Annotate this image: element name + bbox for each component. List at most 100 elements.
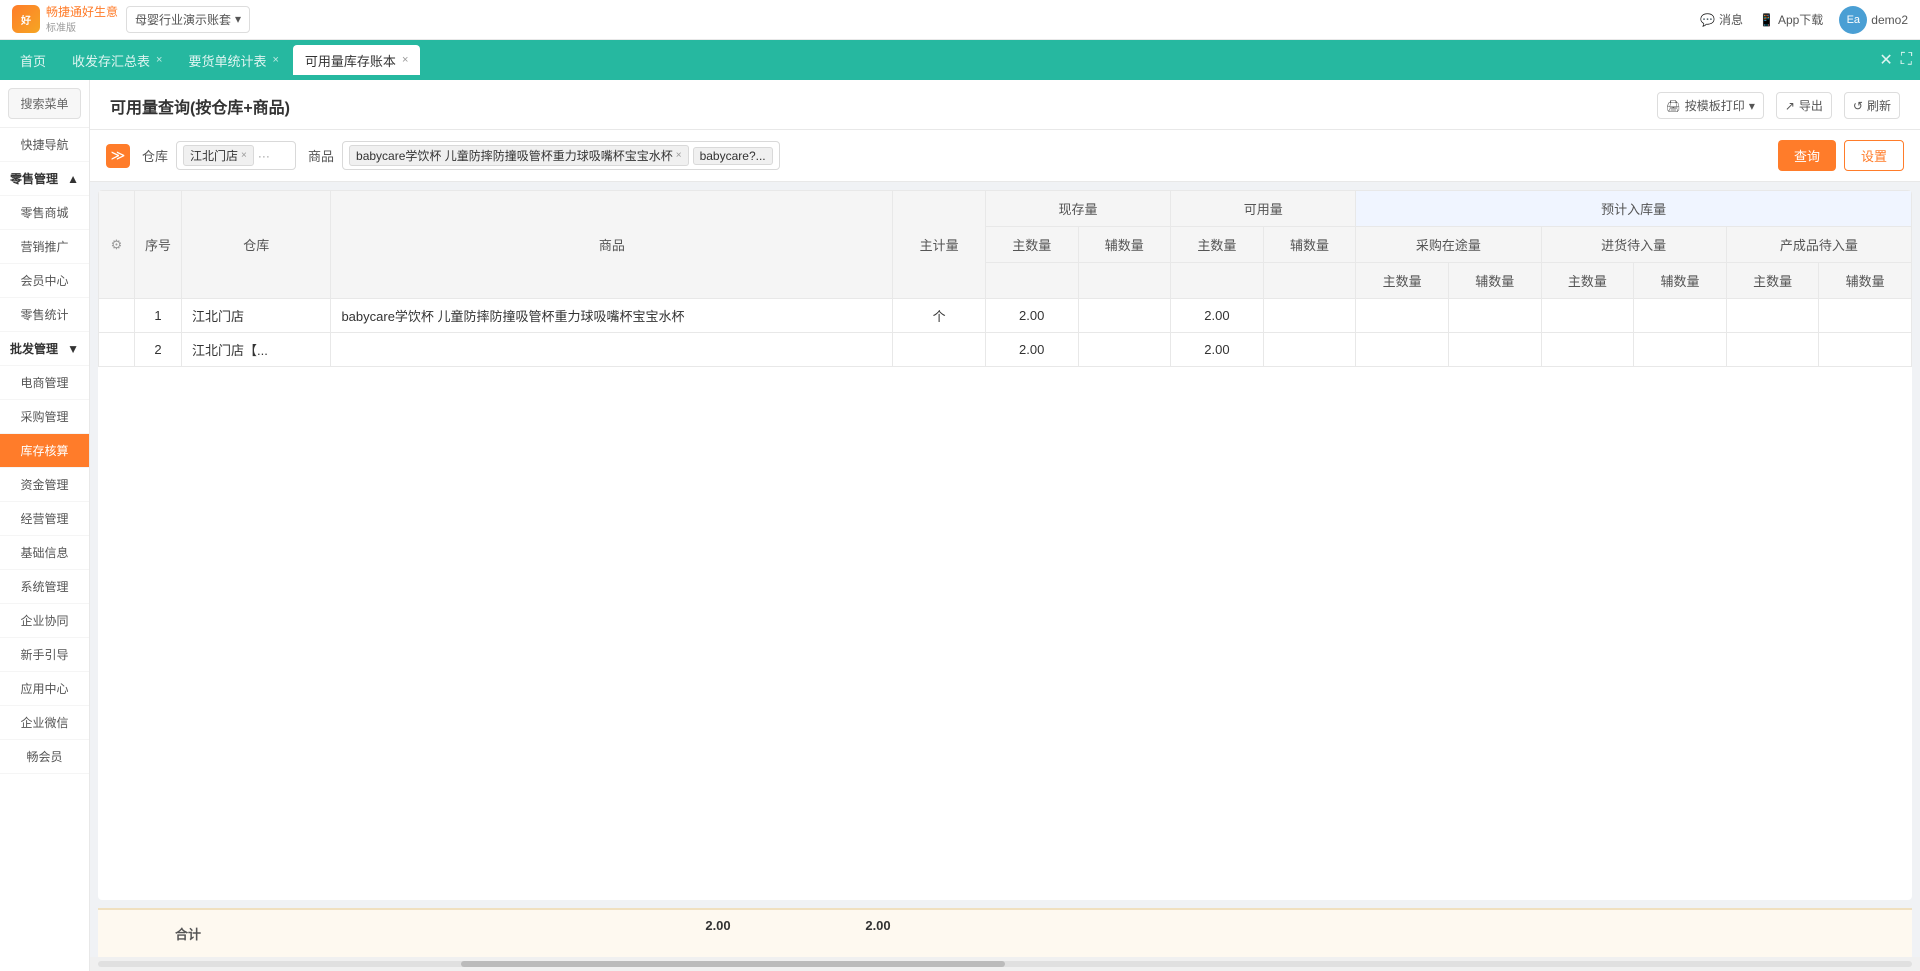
logo-text-block: 畅捷通好生意 标准版 <box>46 5 118 34</box>
refresh-icon: ↺ <box>1853 99 1863 113</box>
sidebar-item-retail-mall[interactable]: 零售商城 <box>0 196 89 230</box>
footer-available-main-qty: 2.00 <box>838 918 918 949</box>
download-label: App下载 <box>1778 11 1823 28</box>
th-inc-aux: 辅数量 <box>1634 263 1727 299</box>
cell-prod-aux-0 <box>1819 299 1912 333</box>
data-table: ⚙ 序号 仓库 商品 主计量 现存量 可用量 预计入库量 主数量 辅数量 主数量 <box>98 190 1912 367</box>
tab-home[interactable]: 首页 <box>8 45 58 75</box>
sidebar-item-marketing[interactable]: 营销推广 <box>0 230 89 264</box>
th-av-aux2 <box>1263 263 1356 299</box>
export-button[interactable]: ↗ 导出 <box>1776 92 1832 119</box>
tenant-selector[interactable]: 母婴行业演示账套 ▾ <box>126 6 250 33</box>
tab-home-label: 首页 <box>20 51 46 70</box>
app-logo-text: 畅捷通好生意 <box>46 5 118 19</box>
th-av-main2 <box>1171 263 1264 299</box>
tab-receipt-summary[interactable]: 收发存汇总表 × <box>60 45 174 75</box>
tab-available-stock-close[interactable]: × <box>402 54 408 66</box>
sidebar-retail-mgmt-label: 零售管理 <box>10 170 58 187</box>
refresh-label: 刷新 <box>1867 97 1891 114</box>
chevron-icon-2: ▼ <box>67 342 79 356</box>
sidebar-item-vip-member[interactable]: 畅会员 <box>0 740 89 774</box>
chevron-icon: ▲ <box>67 172 79 186</box>
warehouse-tag-1[interactable]: 江北门店 × <box>183 145 254 166</box>
warehouse-more-icon[interactable]: ··· <box>258 149 270 163</box>
tab-order-stats-close[interactable]: × <box>272 54 278 66</box>
sidebar-item-new-guide[interactable]: 新手引导 <box>0 638 89 672</box>
message-label: 消息 <box>1719 11 1743 28</box>
cell-product-1 <box>331 333 893 367</box>
filter-actions-right: 查询 设置 <box>1778 140 1904 171</box>
message-button[interactable]: 💬 消息 <box>1700 11 1743 28</box>
table-body: 1 江北门店 babycare学饮杯 儿童防摔防撞吸管杯重力球吸嘴杯宝宝水杯 个… <box>99 299 1912 367</box>
tab-order-stats[interactable]: 要货单统计表 × <box>176 45 290 75</box>
sidebar-item-basic-info[interactable]: 基础信息 <box>0 536 89 570</box>
cell-av-main-0: 2.00 <box>1171 299 1264 333</box>
cell-warehouse-0: 江北门店 <box>182 299 331 333</box>
product-tag-1-close[interactable]: × <box>676 150 682 161</box>
cell-inc-aux-1 <box>1634 333 1727 367</box>
settings-button[interactable]: 设置 <box>1844 140 1904 171</box>
cell-warehouse-1: 江北门店【... <box>182 333 331 367</box>
refresh-button[interactable]: ↺ 刷新 <box>1844 92 1900 119</box>
warehouse-tag-container[interactable]: 江北门店 × ··· <box>176 141 296 170</box>
filter-toggle-button[interactable]: ≫ <box>106 144 130 168</box>
avatar-initials: Ea <box>1847 14 1860 26</box>
sidebar-item-finance-mgmt[interactable]: 资金管理 <box>0 468 89 502</box>
tab-available-stock[interactable]: 可用量库存账本 × <box>293 45 420 75</box>
table-row: 2 江北门店【... 2.00 2.00 <box>99 333 1912 367</box>
sidebar-item-wholesale-mgmt[interactable]: 批发管理 ▼ <box>0 332 89 366</box>
search-menu-button[interactable]: 搜索菜单 <box>8 88 81 119</box>
sidebar-item-inventory-check[interactable]: 库存核算 <box>0 434 89 468</box>
cell-no-0: 1 <box>135 299 182 333</box>
sidebar-item-enterprise-wechat[interactable]: 企业微信 <box>0 706 89 740</box>
th-current-aux: 辅数量 <box>1078 227 1171 263</box>
cell-prod-main-1 <box>1726 333 1819 367</box>
user-avatar-area[interactable]: Ea demo2 <box>1839 6 1908 34</box>
download-icon: 📱 <box>1759 13 1774 27</box>
product-filter-label: 商品 <box>308 146 334 165</box>
sidebar-item-system-mgmt[interactable]: 系统管理 <box>0 570 89 604</box>
scroll-thumb[interactable] <box>461 961 1005 967</box>
query-button[interactable]: 查询 <box>1778 140 1836 171</box>
message-icon: 💬 <box>1700 13 1715 27</box>
product-tag-container[interactable]: babycare学饮杯 儿童防摔防撞吸管杯重力球吸嘴杯宝宝水杯 × babyca… <box>342 141 780 170</box>
product-tag-1[interactable]: babycare学饮杯 儿童防摔防撞吸管杯重力球吸嘴杯宝宝水杯 × <box>349 145 689 166</box>
page-actions: 🖨 按模板打印 ▾ ↗ 导出 ↺ 刷新 <box>1657 92 1900 119</box>
sidebar-item-member-center[interactable]: 会员中心 <box>0 264 89 298</box>
cell-prod-aux-1 <box>1819 333 1912 367</box>
th-settings[interactable]: ⚙ <box>99 191 135 299</box>
sidebar-item-shortcut[interactable]: 快捷导航 <box>0 128 89 162</box>
tab-fullscreen-icon[interactable]: ⛶ <box>1901 51 1912 69</box>
sidebar-item-enterprise-collab[interactable]: 企业协同 <box>0 604 89 638</box>
product-tag-1-text: babycare学饮杯 儿童防摔防撞吸管杯重力球吸嘴杯宝宝水杯 <box>356 147 673 164</box>
print-label: 按模板打印 <box>1685 97 1745 114</box>
cell-pur-main-1 <box>1356 333 1449 367</box>
th-incoming-group: 进货待入量 <box>1541 227 1726 263</box>
cell-no-1: 2 <box>135 333 182 367</box>
cell-settings-1 <box>99 333 135 367</box>
sidebar-item-retail-stats[interactable]: 零售统计 <box>0 298 89 332</box>
sidebar-item-ecommerce-mgmt[interactable]: 电商管理 <box>0 366 89 400</box>
sidebar-item-app-center[interactable]: 应用中心 <box>0 672 89 706</box>
cell-settings-0 <box>99 299 135 333</box>
th-warehouse: 仓库 <box>182 191 331 299</box>
tab-receipt-summary-close[interactable]: × <box>156 54 162 66</box>
table-container: ⚙ 序号 仓库 商品 主计量 现存量 可用量 预计入库量 主数量 辅数量 主数量 <box>98 190 1912 900</box>
footer-current-aux-spacer <box>758 918 838 949</box>
warehouse-tag-1-close[interactable]: × <box>241 150 247 161</box>
chevron-down-icon: ▾ <box>235 12 241 26</box>
product-tag-2[interactable]: babycare?... <box>693 147 773 165</box>
tab-close-all-icon[interactable]: ✕ <box>1879 50 1892 70</box>
app-download-button[interactable]: 📱 App下载 <box>1759 11 1823 28</box>
footer-unit-spacer <box>618 918 678 949</box>
sidebar-item-purchase-mgmt[interactable]: 采购管理 <box>0 400 89 434</box>
th-forecast-group: 预计入库量 <box>1356 191 1912 227</box>
sidebar-item-ops-mgmt[interactable]: 经营管理 <box>0 502 89 536</box>
th-inc-main: 主数量 <box>1541 263 1634 299</box>
cell-cur-main-1: 2.00 <box>985 333 1078 367</box>
footer-end-spacer <box>918 918 1912 949</box>
print-button[interactable]: 🖨 按模板打印 ▾ <box>1657 92 1764 119</box>
th-cur-main2 <box>985 263 1078 299</box>
cell-pur-main-0 <box>1356 299 1449 333</box>
sidebar-item-retail-mgmt[interactable]: 零售管理 ▲ <box>0 162 89 196</box>
